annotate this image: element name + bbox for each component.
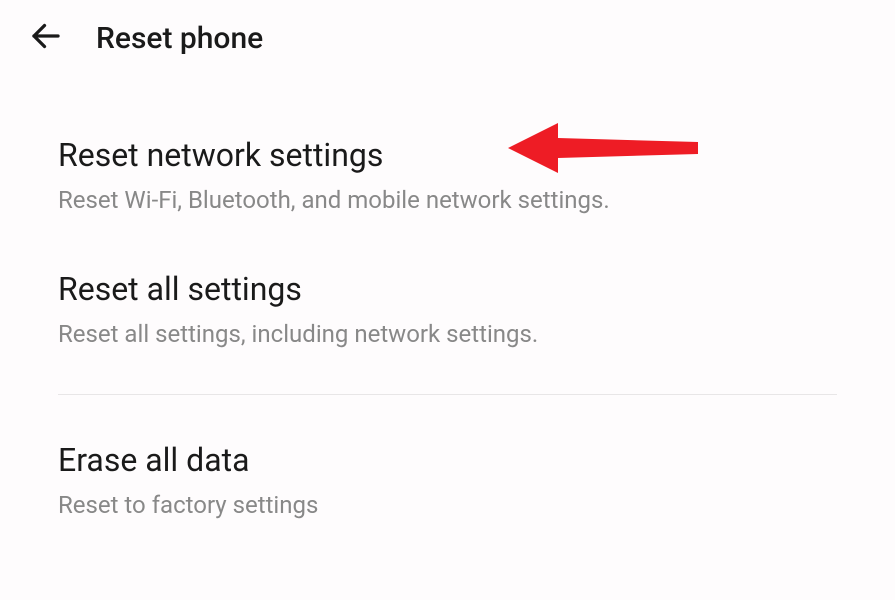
reset-all-settings-item[interactable]: Reset all settings Reset all settings, i… xyxy=(58,240,837,374)
item-subtitle: Reset to factory settings xyxy=(58,491,837,519)
item-title: Reset network settings xyxy=(58,136,837,174)
item-title: Reset all settings xyxy=(58,270,837,308)
item-subtitle: Reset all settings, including network se… xyxy=(58,320,837,348)
back-arrow-icon[interactable] xyxy=(28,18,64,58)
settings-list: Reset network settings Reset Wi-Fi, Blue… xyxy=(0,76,895,545)
page-title: Reset phone xyxy=(96,21,263,56)
erase-all-data-item[interactable]: Erase all data Reset to factory settings xyxy=(58,411,837,545)
item-title: Erase all data xyxy=(58,441,837,479)
reset-network-settings-item[interactable]: Reset network settings Reset Wi-Fi, Blue… xyxy=(58,76,837,240)
header: Reset phone xyxy=(0,0,895,76)
divider xyxy=(58,394,837,395)
item-subtitle: Reset Wi-Fi, Bluetooth, and mobile netwo… xyxy=(58,186,837,214)
